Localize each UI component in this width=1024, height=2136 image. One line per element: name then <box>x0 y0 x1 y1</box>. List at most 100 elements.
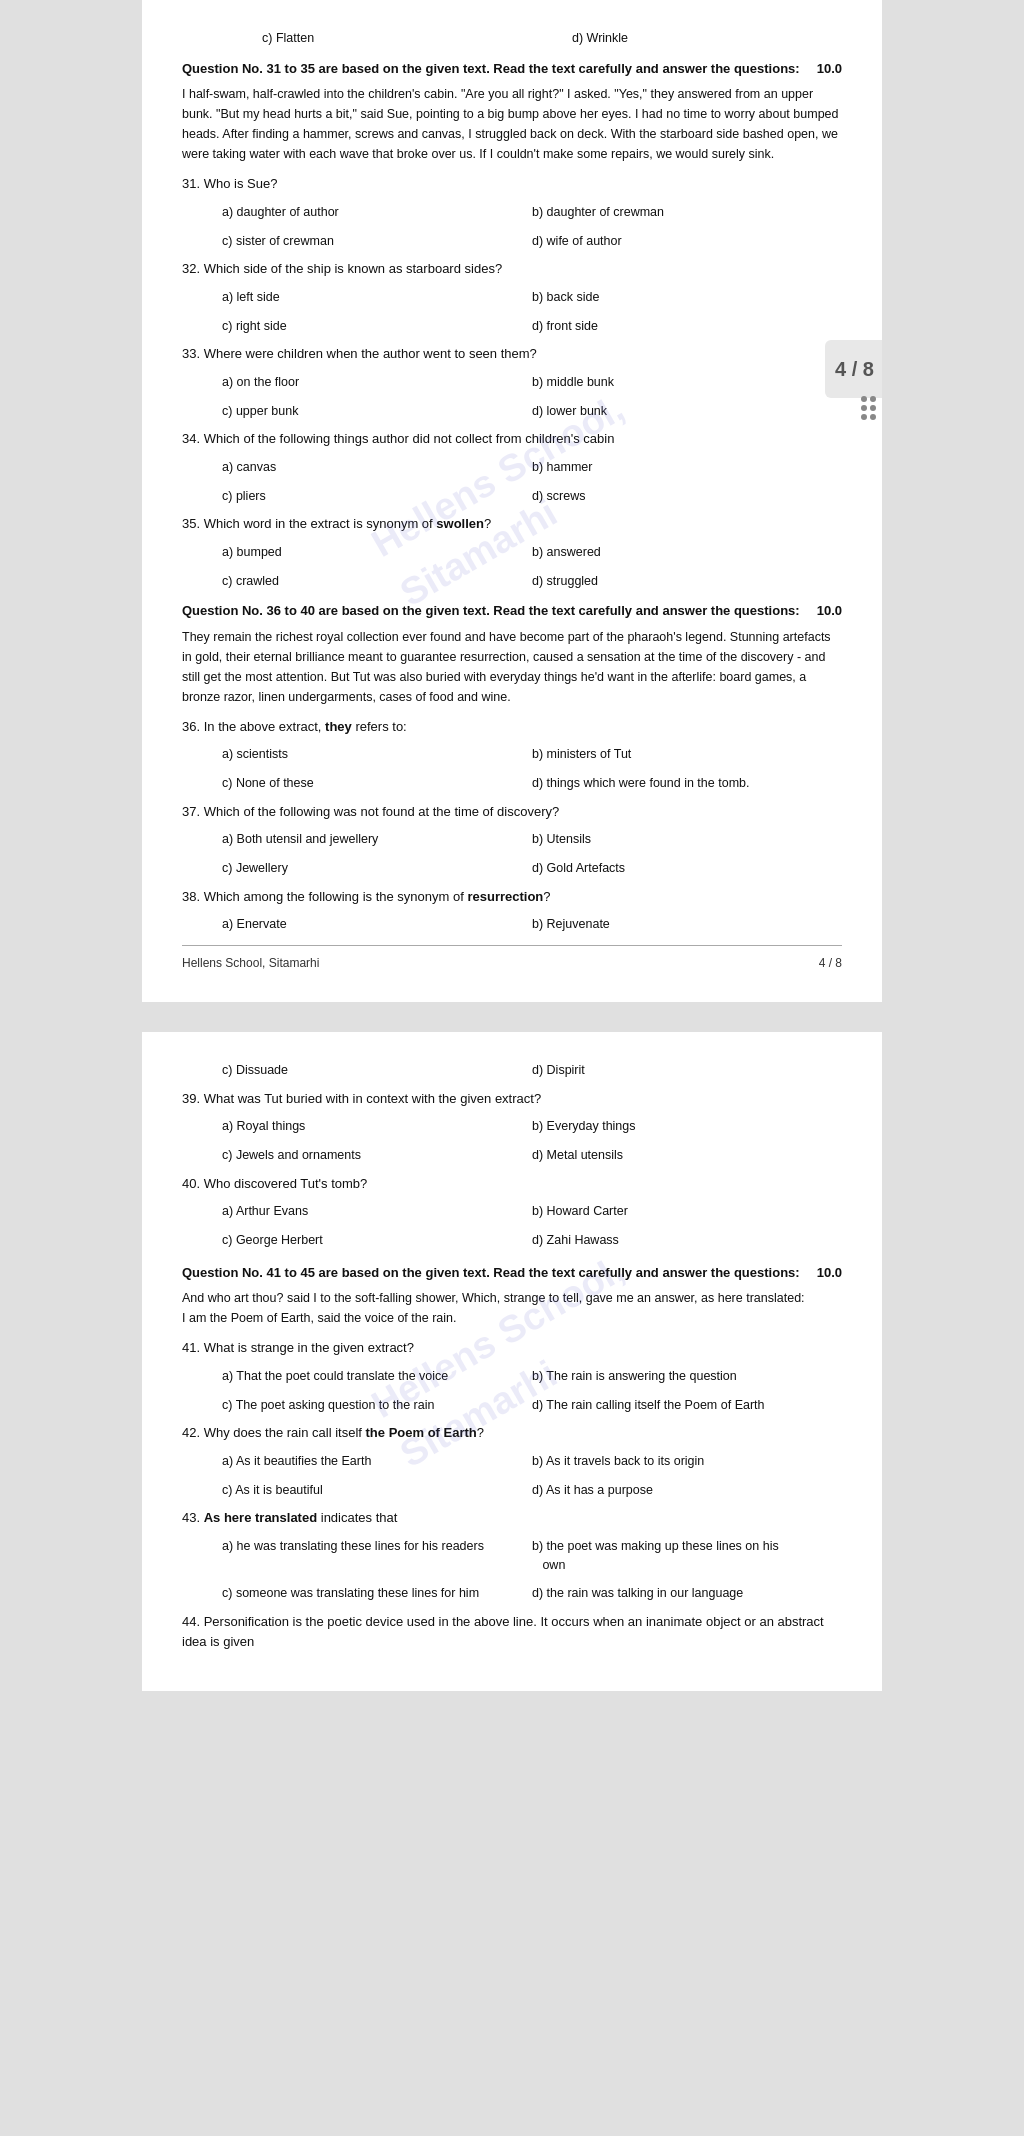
q35-option-c: c) crawled <box>222 571 532 592</box>
q37-text: 37. Which of the following was not found… <box>182 804 559 819</box>
q42-options: a) As it beautifies the Earth b) As it t… <box>182 1451 842 1472</box>
q41-options-2: c) The poet asking question to the rain … <box>182 1395 842 1416</box>
q39-option-b: b) Everyday things <box>532 1116 842 1137</box>
q35-option-b: b) answered <box>532 542 842 563</box>
q37-options: a) Both utensil and jewellery b) Utensil… <box>182 829 842 850</box>
question-41: 41. What is strange in the given extract… <box>182 1338 842 1358</box>
school-name: Hellens School, Sitamarhi <box>182 954 319 972</box>
q40-options: a) Arthur Evans b) Howard Carter <box>182 1201 842 1222</box>
q39-options-2: c) Jewels and ornaments d) Metal utensil… <box>182 1145 842 1166</box>
q34-text: 34. Which of the following things author… <box>182 431 614 446</box>
q41-option-c: c) The poet asking question to the rain <box>222 1395 532 1416</box>
q41-text: 41. What is strange in the given extract… <box>182 1340 414 1355</box>
page-break <box>0 1002 1024 1032</box>
q31-option-d: d) wife of author <box>532 231 842 252</box>
q39-option-d: d) Metal utensils <box>532 1145 842 1166</box>
question-37: 37. Which of the following was not found… <box>182 802 842 822</box>
passage-31-35: I half-swam, half-crawled into the child… <box>182 84 842 164</box>
passage-36-40: They remain the richest royal collection… <box>182 627 842 707</box>
question-block-label: Question No. 31 to 35 are based on the g… <box>182 59 800 79</box>
q41-option-d: d) The rain calling itself the Poem of E… <box>532 1395 842 1416</box>
option-c-flatten: c) Flatten <box>222 28 532 49</box>
q35-text: 35. Which word in the extract is synonym… <box>182 516 491 531</box>
q32-option-d: d) front side <box>532 316 842 337</box>
q37-option-c: c) Jewellery <box>222 858 532 879</box>
question-35: 35. Which word in the extract is synonym… <box>182 514 842 534</box>
q36-text: 36. In the above extract, they refers to… <box>182 719 407 734</box>
q38c-option-c: c) Dissuade <box>222 1060 532 1081</box>
question-44: 44. Personification is the poetic device… <box>182 1612 842 1651</box>
question-38: 38. Which among the following is the syn… <box>182 887 842 907</box>
q41-option-b: b) The rain is answering the question <box>532 1366 842 1387</box>
q34-option-d: d) screws <box>532 486 842 507</box>
q33-text: 33. Where were children when the author … <box>182 346 537 361</box>
q43-options: a) he was translating these lines for hi… <box>182 1536 842 1576</box>
marks-31-35: 10.0 <box>817 59 842 79</box>
question-43: 43. As here translated indicates that <box>182 1508 842 1528</box>
q40-options-2: c) George Herbert d) Zahi Hawass <box>182 1230 842 1251</box>
q35-options-2: c) crawled d) struggled <box>182 571 842 592</box>
q43-options-2: c) someone was translating these lines f… <box>182 1583 842 1604</box>
q39-text: 39. What was Tut buried with in context … <box>182 1091 541 1106</box>
question-block-header-41-45: Question No. 41 to 45 are based on the g… <box>182 1263 842 1283</box>
q41-option-a: a) That the poet could translate the voi… <box>222 1366 532 1387</box>
q33-option-d: d) lower bunk <box>532 401 842 422</box>
q36-option-b: b) ministers of Tut <box>532 744 842 765</box>
q34-option-a: a) canvas <box>222 457 532 478</box>
q38-option-b: b) Rejuvenate <box>532 914 842 935</box>
q38-continuation-options: c) Dissuade d) Dispirit <box>182 1060 842 1081</box>
question-block-41-45: Question No. 41 to 45 are based on the g… <box>182 1263 842 1651</box>
q31-options: a) daughter of author b) daughter of cre… <box>182 202 842 223</box>
q38-option-a: a) Enervate <box>222 914 532 935</box>
q36-options: a) scientists b) ministers of Tut <box>182 744 842 765</box>
marks-36-40: 10.0 <box>817 601 842 621</box>
q32-options-2: c) right side d) front side <box>182 316 842 337</box>
q40-option-d: d) Zahi Hawass <box>532 1230 842 1251</box>
q37-options-2: c) Jewellery d) Gold Artefacts <box>182 858 842 879</box>
q43-option-c: c) someone was translating these lines f… <box>222 1583 532 1604</box>
q32-option-a: a) left side <box>222 287 532 308</box>
q38-options: a) Enervate b) Rejuvenate <box>182 914 842 935</box>
passage-41-45: And who art thou? said I to the soft-fal… <box>182 1288 842 1328</box>
q33-option-c: c) upper bunk <box>222 401 532 422</box>
q39-option-c: c) Jewels and ornaments <box>222 1145 532 1166</box>
q32-option-b: b) back side <box>532 287 842 308</box>
q41-options: a) That the poet could translate the voi… <box>182 1366 842 1387</box>
q43-option-a: a) he was translating these lines for hi… <box>222 1536 532 1576</box>
question-block-36-40: Question No. 36 to 40 are based on the g… <box>182 601 842 935</box>
marks-41-45: 10.0 <box>817 1263 842 1283</box>
q42-option-c: c) As it is beautiful <box>222 1480 532 1501</box>
q42-options-2: c) As it is beautiful d) As it has a pur… <box>182 1480 842 1501</box>
q37-option-b: b) Utensils <box>532 829 842 850</box>
q40-option-c: c) George Herbert <box>222 1230 532 1251</box>
question-block-label-41: Question No. 41 to 45 are based on the g… <box>182 1263 800 1283</box>
q34-options: a) canvas b) hammer <box>182 457 842 478</box>
page-5: Hellens School,Sitamarhi c) Dissuade d) … <box>142 1032 882 1691</box>
q42-text: 42. Why does the rain call itself the Po… <box>182 1425 484 1440</box>
question-39: 39. What was Tut buried with in context … <box>182 1089 842 1109</box>
q33-options: a) on the floor b) middle bunk <box>182 372 842 393</box>
question-42: 42. Why does the rain call itself the Po… <box>182 1423 842 1443</box>
q36-options-2: c) None of these d) things which were fo… <box>182 773 842 794</box>
q36-option-c: c) None of these <box>222 773 532 794</box>
q40-option-a: a) Arthur Evans <box>222 1201 532 1222</box>
question-block-31-35: Question No. 31 to 35 are based on the g… <box>182 59 842 592</box>
question-40: 40. Who discovered Tut's tomb? <box>182 1174 842 1194</box>
q34-option-b: b) hammer <box>532 457 842 478</box>
q40-option-b: b) Howard Carter <box>532 1201 842 1222</box>
q40-text: 40. Who discovered Tut's tomb? <box>182 1176 367 1191</box>
option-d-wrinkle: d) Wrinkle <box>532 28 842 49</box>
q36-option-d: d) things which were found in the tomb. <box>532 773 842 794</box>
q43-option-d: d) the rain was talking in our language <box>532 1583 842 1604</box>
dots-badge <box>853 390 882 426</box>
q36-option-a: a) scientists <box>222 744 532 765</box>
q38c-option-d: d) Dispirit <box>532 1060 842 1081</box>
q31-option-a: a) daughter of author <box>222 202 532 223</box>
q37-option-a: a) Both utensil and jewellery <box>222 829 532 850</box>
q31-text: 31. Who is Sue? <box>182 176 277 191</box>
footer-page-num: 4 / 8 <box>819 954 842 972</box>
q35-options: a) bumped b) answered <box>182 542 842 563</box>
q31-option-b: b) daughter of crewman <box>532 202 842 223</box>
question-34: 34. Which of the following things author… <box>182 429 842 449</box>
q32-text: 32. Which side of the ship is known as s… <box>182 261 502 276</box>
